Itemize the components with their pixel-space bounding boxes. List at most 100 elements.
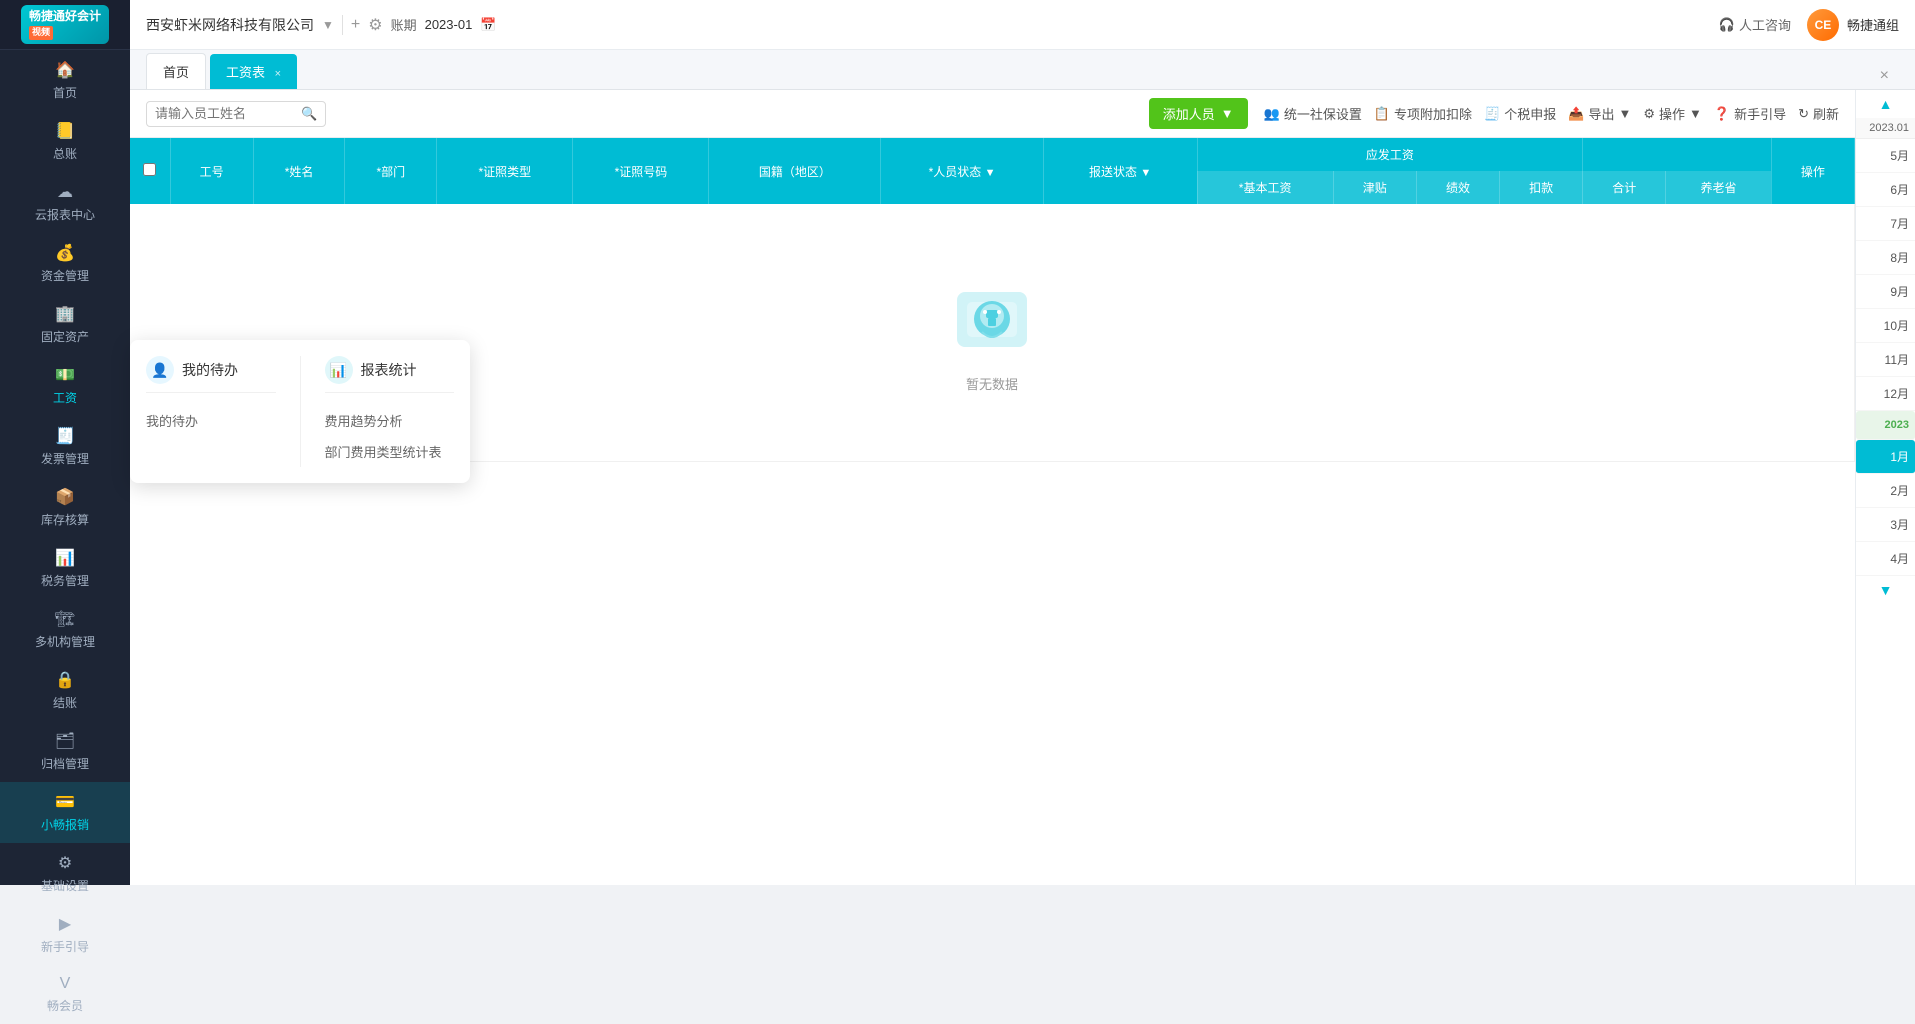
fund-icon: 💰 xyxy=(55,243,75,263)
sidebar-item-vip[interactable]: V 畅会员 xyxy=(0,965,130,1024)
operations-btn[interactable]: ⚙ 操作 ▼ xyxy=(1643,104,1702,123)
sidebar-item-fund[interactable]: 💰 资金管理 xyxy=(0,233,130,294)
table-container: 工号 *姓名 *部门 *证照类型 *证照号码 国籍（地区） *人员状态 ▼ xyxy=(130,138,1855,885)
empty-illustration xyxy=(942,272,1042,362)
month-nav-down[interactable]: ▼ xyxy=(1856,576,1915,604)
ledger-icon: 📒 xyxy=(55,121,75,141)
month-item-1-current[interactable]: 1月 xyxy=(1856,440,1915,474)
search-box[interactable]: 🔍 xyxy=(146,101,326,127)
sidebar-item-ledger[interactable]: 📒 总账 xyxy=(0,111,130,172)
submit-filter-icon[interactable]: ▼ xyxy=(1140,167,1151,179)
plus-icon[interactable]: + xyxy=(351,16,360,34)
th-operations: 操作 xyxy=(1771,138,1854,204)
settings-gear-icon[interactable]: ⚙ xyxy=(368,15,382,35)
guide-toolbar-icon: ❓ xyxy=(1714,106,1730,122)
sidebar-item-closing[interactable]: 🔒 结账 xyxy=(0,660,130,721)
table-toolbar: 🔍 添加人员 ▼ 👥 统一社保设置 📋 专项附加扣除 xyxy=(130,90,1855,138)
sidebar-item-multi-org[interactable]: 🏗 多机构管理 xyxy=(0,599,130,660)
period-value[interactable]: 2023-01 xyxy=(425,17,473,32)
headset-icon: 🎧 xyxy=(1719,17,1735,33)
period-label: 账期 xyxy=(391,15,417,34)
th-name: *姓名 xyxy=(253,138,345,204)
th-deduction: 扣款 xyxy=(1500,171,1583,204)
sidebar-item-archive[interactable]: 🗂 归档管理 xyxy=(0,721,130,782)
refresh-icon: ↻ xyxy=(1798,106,1809,122)
tax-icon: 📊 xyxy=(55,548,75,568)
sidebar-item-home[interactable]: 🏠 首页 xyxy=(0,50,130,111)
sidebar-item-cloud-report[interactable]: ☁ 云报表中心 xyxy=(0,172,130,233)
export-dropdown-icon: ▼ xyxy=(1618,106,1631,121)
status-filter-icon[interactable]: ▼ xyxy=(985,167,996,179)
sidebar-item-inventory[interactable]: 📦 库存核算 xyxy=(0,477,130,538)
company-name[interactable]: 西安虾米网络科技有限公司 xyxy=(146,15,314,35)
ops-dropdown-icon: ▼ xyxy=(1689,106,1702,121)
month-item-2[interactable]: 2月 xyxy=(1856,474,1915,508)
building-icon: 🏢 xyxy=(55,304,75,324)
tab-home[interactable]: 首页 xyxy=(146,53,206,89)
inventory-icon: 📦 xyxy=(55,487,75,507)
add-person-button[interactable]: 添加人员 ▼ xyxy=(1149,98,1248,129)
month-nav-up[interactable]: ▲ xyxy=(1856,90,1915,118)
refresh-btn[interactable]: ↻ 刷新 xyxy=(1798,104,1839,123)
multi-org-icon: 🏗 xyxy=(55,609,75,629)
month-item-3[interactable]: 3月 xyxy=(1856,508,1915,542)
home-icon: 🏠 xyxy=(55,60,75,80)
month-item-5[interactable]: 5月 xyxy=(1856,139,1915,173)
divider xyxy=(342,15,343,35)
add-dropdown-arrow: ▼ xyxy=(1221,106,1234,121)
sidebar-item-tax[interactable]: 📊 税务管理 xyxy=(0,538,130,599)
logo-text: 畅捷通好会计 xyxy=(29,9,101,25)
menu-item-dept-expense[interactable]: 部门费用类型统计表 xyxy=(325,436,455,467)
invoice-icon: 🧾 xyxy=(55,426,75,446)
select-all-checkbox[interactable] xyxy=(143,163,156,176)
new-guide-toolbar-btn[interactable]: ❓ 新手引导 xyxy=(1714,104,1786,123)
month-item-10[interactable]: 10月 xyxy=(1856,309,1915,343)
todo-title: 我的待办 xyxy=(182,360,238,380)
report-icon: 📊 xyxy=(325,356,353,384)
logo-badge: 视频 xyxy=(29,26,53,40)
th-allowance: 津贴 xyxy=(1333,171,1416,204)
menu-item-expense-trend[interactable]: 费用趋势分析 xyxy=(325,405,455,436)
deduct-icon: 📋 xyxy=(1374,106,1390,122)
sidebar-item-invoice[interactable]: 🧾 发票管理 xyxy=(0,416,130,477)
th-nationality: 国籍（地区） xyxy=(709,138,881,204)
month-item-9[interactable]: 9月 xyxy=(1856,275,1915,309)
menu-divider xyxy=(300,356,301,467)
year-label: 2023.01 xyxy=(1856,118,1915,139)
user-name: 畅捷通组 xyxy=(1847,15,1899,34)
tabbar: 首页 工资表 × × xyxy=(130,50,1915,90)
th-id-number: *证照号码 xyxy=(573,138,709,204)
sidebar-item-payroll[interactable]: 💵 工资 xyxy=(0,355,130,416)
export-btn[interactable]: 📤 导出 ▼ xyxy=(1568,104,1631,123)
month-item-4[interactable]: 4月 xyxy=(1856,542,1915,576)
sidebar-item-fixed-assets[interactable]: 🏢 固定资产 xyxy=(0,294,130,355)
month-item-6[interactable]: 6月 xyxy=(1856,173,1915,207)
sidebar-item-new-guide[interactable]: ▶ 新手引导 xyxy=(0,904,130,965)
user-info[interactable]: CE 畅捷通组 xyxy=(1807,9,1899,41)
tab-close-icon[interactable]: × xyxy=(275,68,281,80)
topbar: 西安虾米网络科技有限公司 ▼ + ⚙ 账期 2023-01 📅 🎧 人工咨询 C… xyxy=(130,0,1915,50)
th-base-salary: *基本工资 xyxy=(1197,171,1333,204)
checkbox-header[interactable] xyxy=(130,138,170,204)
month-item-8[interactable]: 8月 xyxy=(1856,241,1915,275)
search-input[interactable] xyxy=(155,106,295,121)
service-button[interactable]: 🎧 人工咨询 xyxy=(1719,15,1791,34)
month-item-12[interactable]: 12月 xyxy=(1856,377,1915,411)
month-item-11[interactable]: 11月 xyxy=(1856,343,1915,377)
tax-report-btn[interactable]: 🧾 个税申报 xyxy=(1484,104,1556,123)
settings-icon: ⚙ xyxy=(58,853,72,873)
sidebar-item-basic-settings[interactable]: ⚙ 基础设置 xyxy=(0,843,130,904)
tab-close-window[interactable]: × xyxy=(1870,63,1899,89)
guide-icon: ▶ xyxy=(59,914,71,934)
social-security-btn[interactable]: 👥 统一社保设置 xyxy=(1264,104,1362,123)
calendar-icon[interactable]: 📅 xyxy=(480,17,496,33)
tab-payroll[interactable]: 工资表 × xyxy=(210,54,297,89)
month-item-7[interactable]: 7月 xyxy=(1856,207,1915,241)
menu-item-my-todo[interactable]: 我的待办 xyxy=(146,405,276,436)
special-deduct-btn[interactable]: 📋 专项附加扣除 xyxy=(1374,104,1472,123)
vip-icon: V xyxy=(60,975,71,993)
search-icon[interactable]: 🔍 xyxy=(301,106,317,122)
sidebar-item-expense[interactable]: 💳 小畅报销 xyxy=(0,782,130,843)
th-deduction-group xyxy=(1583,138,1772,171)
company-dropdown-arrow[interactable]: ▼ xyxy=(322,18,334,32)
